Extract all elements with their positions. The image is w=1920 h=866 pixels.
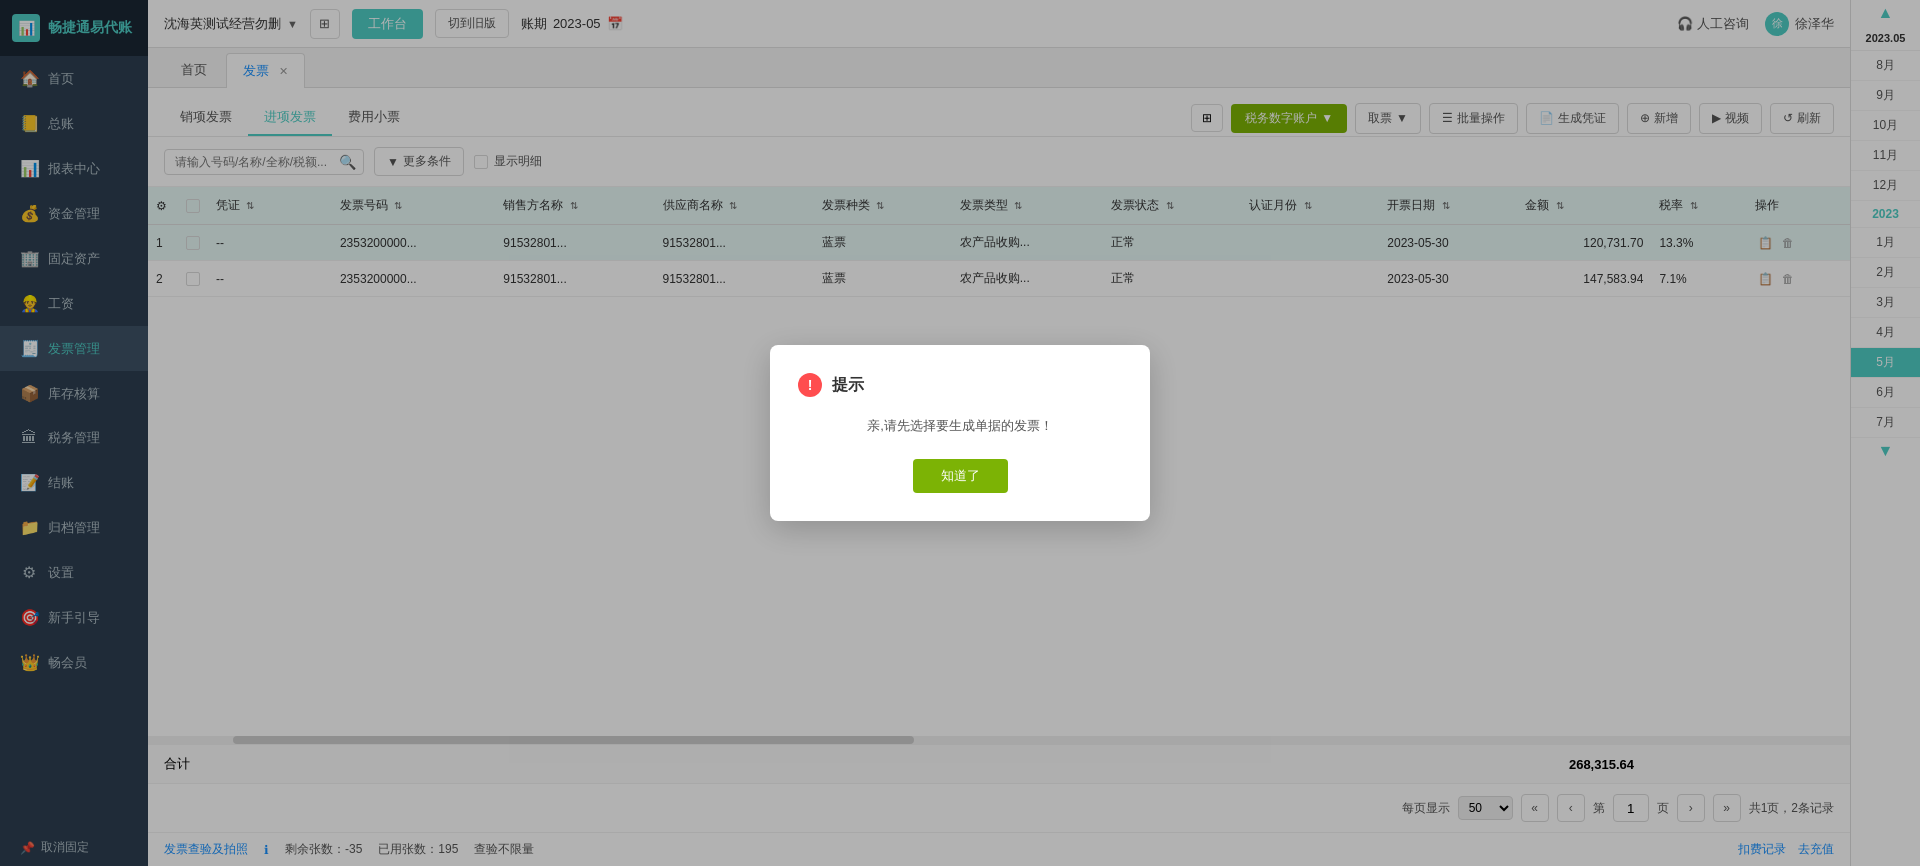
modal-dialog: ! 提示 亲,请先选择要生成单据的发票！ 知道了 (770, 345, 1150, 521)
modal-footer: 知道了 (798, 459, 1122, 493)
modal-message: 亲,请先选择要生成单据的发票！ (798, 417, 1122, 435)
modal-warning-icon: ! (798, 373, 822, 397)
modal-ok-button[interactable]: 知道了 (913, 459, 1008, 493)
modal-title: 提示 (832, 375, 864, 396)
modal-title-row: ! 提示 (798, 373, 1122, 397)
modal-overlay: ! 提示 亲,请先选择要生成单据的发票！ 知道了 (0, 0, 1920, 866)
